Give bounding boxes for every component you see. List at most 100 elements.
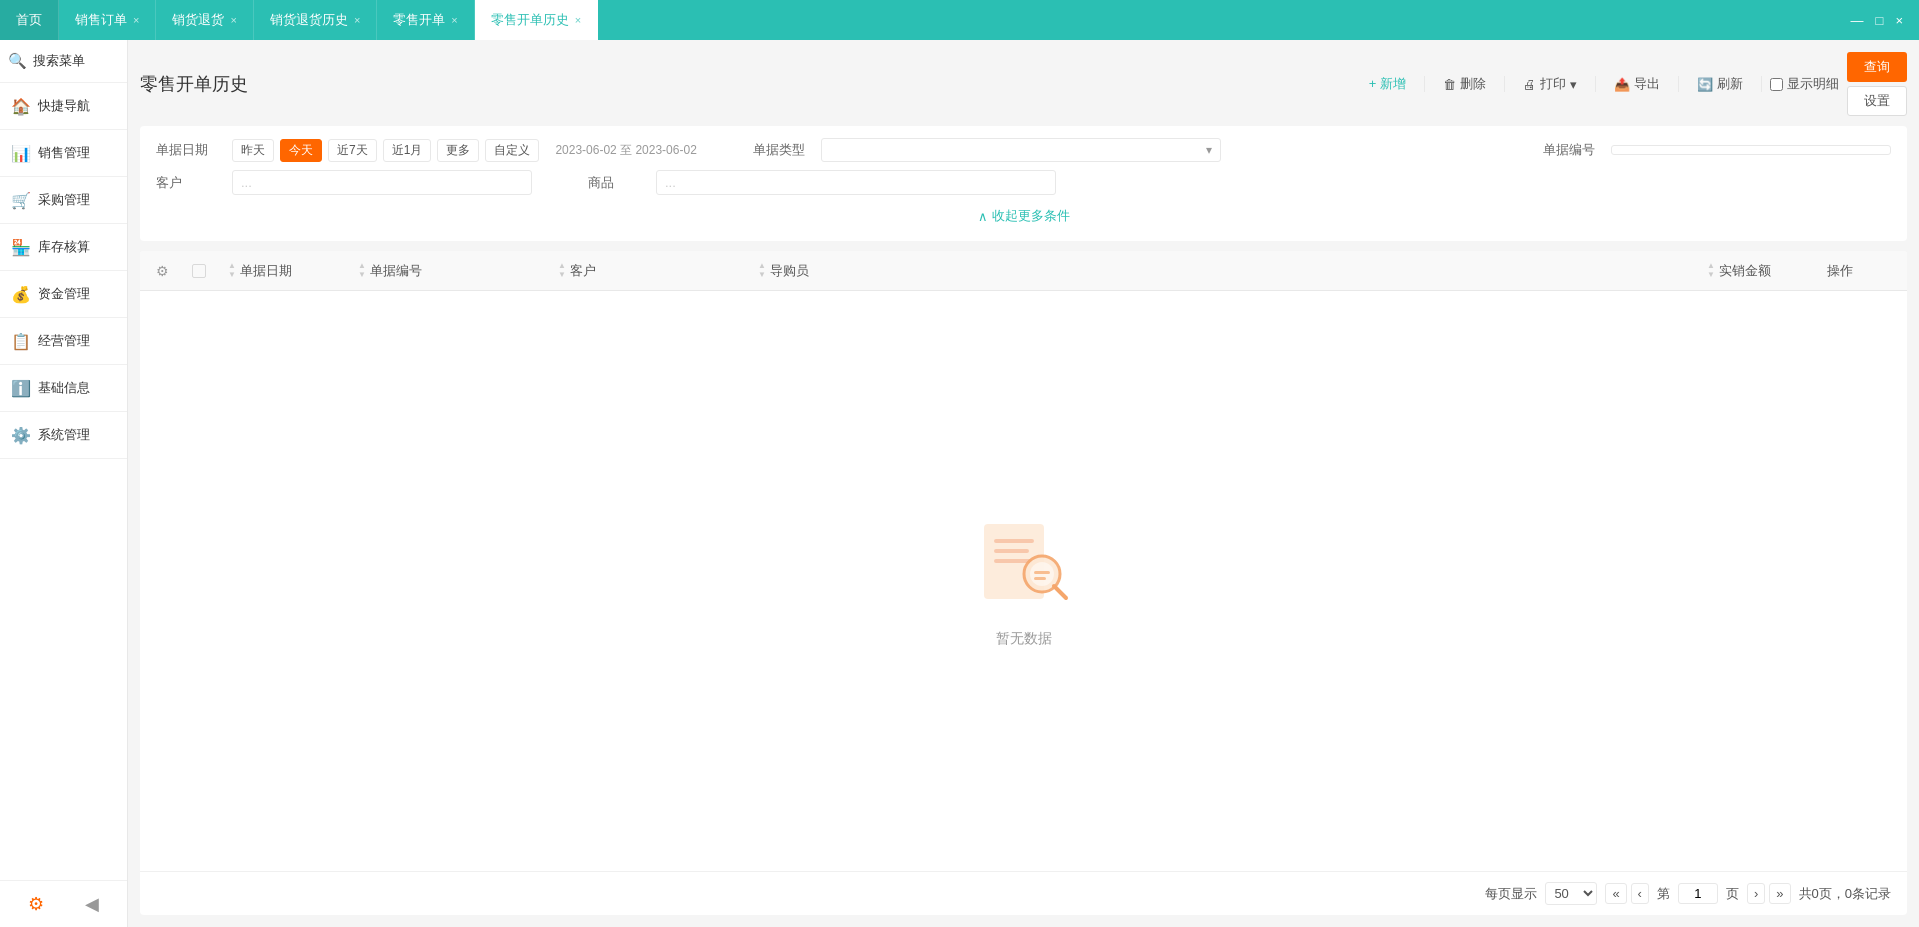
- table-col-settings[interactable]: ⚙: [148, 263, 184, 279]
- delete-button[interactable]: 🗑 删除: [1433, 70, 1496, 98]
- sales-icon: 📊: [12, 144, 30, 162]
- date-more[interactable]: 更多: [437, 139, 479, 162]
- sidebar-item-system-label: 系统管理: [38, 426, 90, 444]
- sidebar-item-inventory[interactable]: 🏪 库存核算: [0, 224, 127, 271]
- sidebar-item-basicinfo[interactable]: ℹ️ 基础信息: [0, 365, 127, 412]
- table-header: ⚙ ▲ ▼ 单据日期 ▲ ▼ 单据编号: [140, 251, 1907, 291]
- export-button[interactable]: 📤 导出: [1604, 70, 1670, 98]
- table-col-amount[interactable]: ▲ ▼ 实销金额: [1699, 262, 1819, 280]
- settings-button[interactable]: 设置: [1847, 86, 1907, 116]
- tab-retail-order-history[interactable]: 零售开单历史 ×: [475, 0, 598, 40]
- toolbar-divider-2: [1504, 76, 1505, 92]
- customer-sort-icon: ▲ ▼: [558, 262, 566, 279]
- settings-icon: ⚙: [156, 263, 169, 279]
- prev-page-button[interactable]: ‹: [1631, 883, 1649, 904]
- search-icon: 🔍: [8, 52, 27, 70]
- svg-rect-1: [994, 539, 1034, 543]
- date-7days[interactable]: 近7天: [328, 139, 377, 162]
- sidebar-item-purchase[interactable]: 🛒 采购管理: [0, 177, 127, 224]
- date-quick-options: 昨天 今天 近7天 近1月 更多 自定义: [232, 139, 539, 162]
- display-detail-checkbox[interactable]: [1770, 78, 1783, 91]
- sidebar-item-sales[interactable]: 📊 销售管理: [0, 130, 127, 177]
- toolbar: + 新增 🗑 删除 🖨 打印 ▾ 📤 导出: [1359, 52, 1907, 116]
- add-button[interactable]: + 新增: [1359, 70, 1416, 98]
- window-maximize[interactable]: □: [1876, 13, 1884, 28]
- collapse-label: 收起更多条件: [992, 207, 1070, 225]
- tab-retail-order-history-close[interactable]: ×: [575, 14, 581, 26]
- date-custom[interactable]: 自定义: [485, 139, 539, 162]
- window-close[interactable]: ×: [1895, 13, 1903, 28]
- display-detail-toggle[interactable]: 显示明细: [1770, 75, 1839, 93]
- table-col-number[interactable]: ▲ ▼ 单据编号: [350, 262, 550, 280]
- tab-retail-order[interactable]: 零售开单 ×: [377, 0, 474, 40]
- next-page-button[interactable]: ›: [1747, 883, 1765, 904]
- print-label: 打印: [1540, 75, 1566, 93]
- col-guide-label: 导购员: [770, 262, 809, 280]
- number-filter-label: 单据编号: [1543, 141, 1603, 159]
- customer-input[interactable]: ...: [232, 170, 532, 195]
- sidebar-item-operations[interactable]: 📋 经营管理: [0, 318, 127, 365]
- svg-rect-2: [994, 549, 1029, 553]
- table-col-guide[interactable]: ▲ ▼ 导购员: [750, 262, 870, 280]
- window-minimize[interactable]: —: [1851, 13, 1864, 28]
- sidebar-item-system[interactable]: ⚙️ 系统管理: [0, 412, 127, 459]
- tab-sales-return[interactable]: 销货退货 ×: [156, 0, 253, 40]
- date-today[interactable]: 今天: [280, 139, 322, 162]
- col-customer-label: 客户: [570, 262, 596, 280]
- print-icon: 🖨: [1523, 77, 1536, 92]
- number-filter-group: 单据编号: [1543, 141, 1891, 159]
- refresh-button[interactable]: 🔄 刷新: [1687, 70, 1753, 98]
- tab-sales-return-history-label: 销货退货历史: [270, 11, 348, 29]
- goods-placeholder: ...: [665, 175, 676, 190]
- number-input[interactable]: [1611, 145, 1891, 155]
- last-page-button[interactable]: »: [1769, 883, 1790, 904]
- first-page-button[interactable]: «: [1605, 883, 1626, 904]
- toolbar-divider-5: [1761, 76, 1762, 92]
- delete-label: 删除: [1460, 75, 1486, 93]
- svg-line-6: [1054, 586, 1066, 598]
- goods-filter-group: 商品 ...: [588, 170, 1891, 195]
- tab-sales-order[interactable]: 销售订单 ×: [59, 0, 156, 40]
- tab-retail-order-close[interactable]: ×: [451, 14, 457, 26]
- query-button[interactable]: 查询: [1847, 52, 1907, 82]
- export-icon: 📤: [1614, 77, 1630, 92]
- empty-state: 暂无数据: [140, 291, 1907, 871]
- date-1month[interactable]: 近1月: [383, 139, 432, 162]
- per-page-select[interactable]: 50 100 200: [1545, 882, 1597, 905]
- sidebar-settings-icon[interactable]: ⚙: [28, 893, 44, 915]
- tab-sales-return-history-close[interactable]: ×: [354, 14, 360, 26]
- current-page-input[interactable]: [1678, 883, 1718, 904]
- main-layout: 🔍 搜索菜单 🏠 快捷导航 📊 销售管理 🛒 采购管理 🏪 库存核算 💰 资金管…: [0, 40, 1919, 927]
- sidebar: 🔍 搜索菜单 🏠 快捷导航 📊 销售管理 🛒 采购管理 🏪 库存核算 💰 资金管…: [0, 40, 128, 927]
- system-icon: ⚙️: [12, 426, 30, 444]
- filter-row-1: 单据日期 昨天 今天 近7天 近1月 更多 自定义 2023-06-02 至 2…: [156, 138, 1891, 162]
- customer-placeholder: ...: [241, 175, 252, 190]
- finance-icon: 💰: [12, 285, 30, 303]
- tab-sales-return-history[interactable]: 销货退货历史 ×: [254, 0, 377, 40]
- type-select[interactable]: ▾: [821, 138, 1221, 162]
- print-button[interactable]: 🖨 打印 ▾: [1513, 70, 1587, 98]
- tab-sales-return-close[interactable]: ×: [230, 14, 236, 26]
- goods-input[interactable]: ...: [656, 170, 1056, 195]
- sidebar-search-label: 搜索菜单: [33, 52, 85, 70]
- tab-sales-order-close[interactable]: ×: [133, 14, 139, 26]
- tab-retail-order-label: 零售开单: [393, 11, 445, 29]
- empty-text: 暂无数据: [996, 630, 1052, 648]
- table-col-checkbox[interactable]: [184, 264, 220, 278]
- sidebar-collapse-icon[interactable]: ◀: [85, 893, 99, 915]
- select-all-checkbox[interactable]: [192, 264, 206, 278]
- customer-filter-label: 客户: [156, 174, 216, 192]
- tab-sales-return-label: 销货退货: [172, 11, 224, 29]
- export-label: 导出: [1634, 75, 1660, 93]
- collapse-more-conditions[interactable]: ∧ 收起更多条件: [156, 203, 1891, 229]
- col-action-label: 操作: [1827, 262, 1853, 280]
- sidebar-search[interactable]: 🔍 搜索菜单: [0, 40, 127, 83]
- tab-home[interactable]: 首页: [0, 0, 59, 40]
- date-yesterday[interactable]: 昨天: [232, 139, 274, 162]
- sidebar-item-quicknav[interactable]: 🏠 快捷导航: [0, 83, 127, 130]
- table-col-customer[interactable]: ▲ ▼ 客户: [550, 262, 750, 280]
- inventory-icon: 🏪: [12, 238, 30, 256]
- collapse-icon: ∧: [978, 209, 988, 224]
- sidebar-item-finance[interactable]: 💰 资金管理: [0, 271, 127, 318]
- table-col-date[interactable]: ▲ ▼ 单据日期: [220, 262, 350, 280]
